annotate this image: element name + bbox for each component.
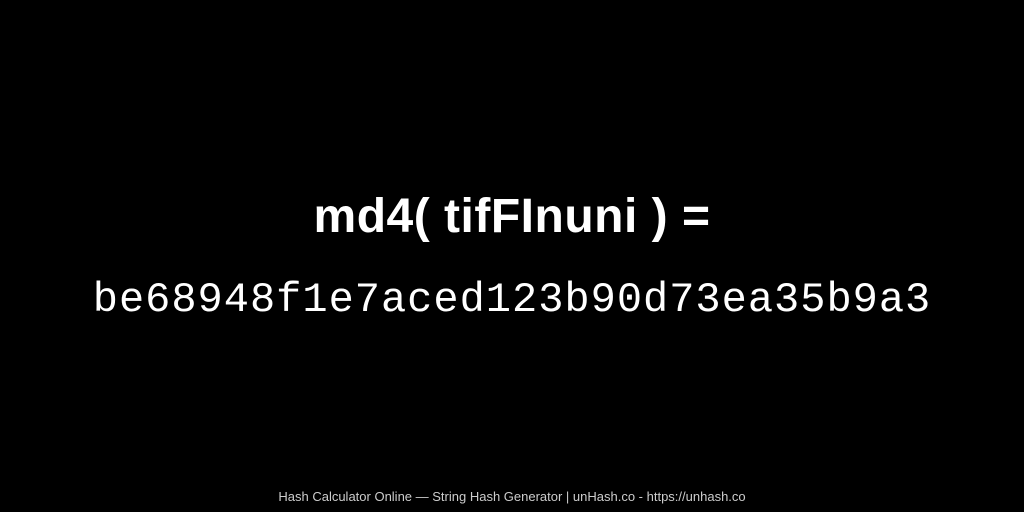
hash-expression: md4( tifFInuni ) = xyxy=(314,189,711,244)
hash-display: md4( tifFInuni ) = be68948f1e7aced123b90… xyxy=(0,0,1024,512)
hash-result: be68948f1e7aced123b90d73ea35b9a3 xyxy=(93,276,932,324)
footer-attribution: Hash Calculator Online — String Hash Gen… xyxy=(0,489,1024,504)
